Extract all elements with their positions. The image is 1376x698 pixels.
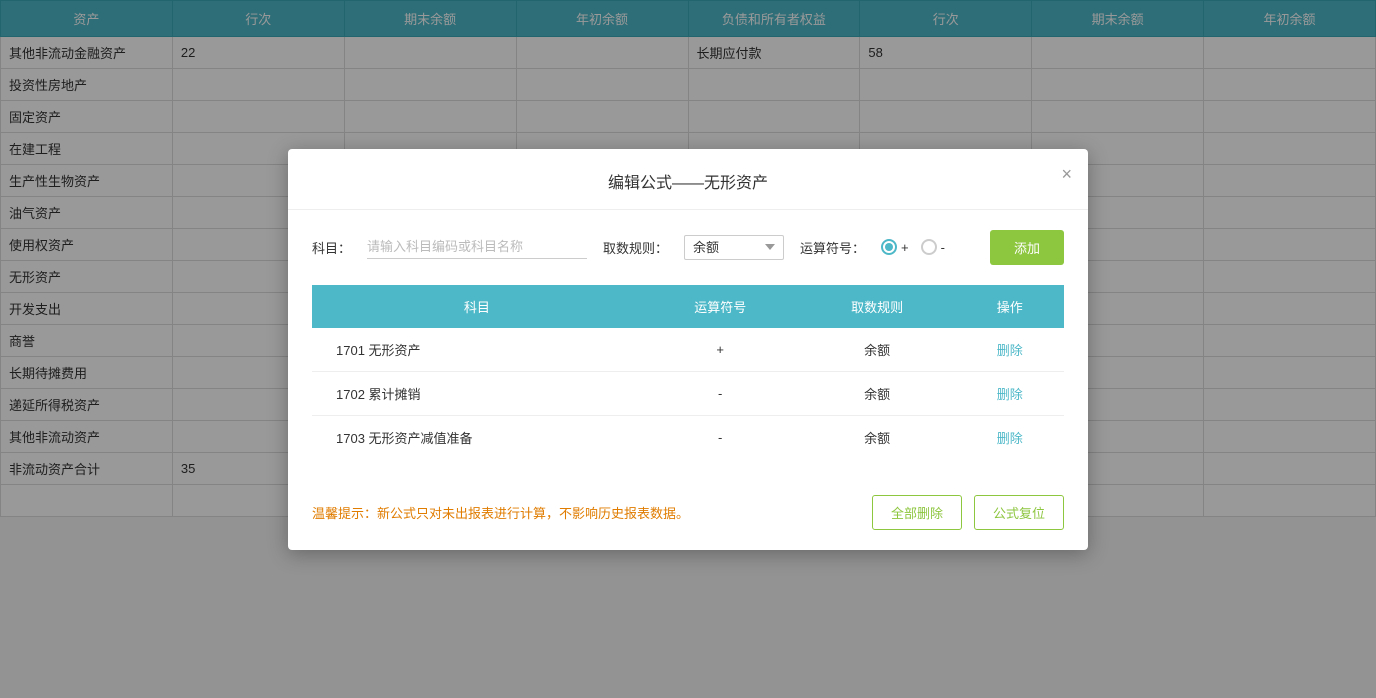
radio-plus-circle xyxy=(881,239,897,255)
formula-operator: - xyxy=(642,415,799,459)
formula-row: 1701 无形资产+余额 删除 xyxy=(312,328,1064,372)
formula-operator: - xyxy=(642,371,799,415)
modal-body: 科目： 取数规则： 余额借方发生额贷方发生额借方累计贷方累计 运算符号： + - xyxy=(288,210,1088,479)
formula-row: 1703 无形资产减值准备-余额 删除 xyxy=(312,415,1064,459)
operator-label: 运算符号： xyxy=(800,238,865,257)
modal-dialog: 编辑公式——无形资产 × 科目： 取数规则： 余额借方发生额贷方发生额借方累计贷… xyxy=(288,149,1088,550)
formula-subject: 1702 累计摊销 xyxy=(312,371,642,415)
modal-header: 编辑公式——无形资产 xyxy=(288,149,1088,210)
formula-action: 删除 xyxy=(956,371,1064,415)
col-header-operator: 运算符号 xyxy=(642,285,799,328)
col-header-rule: 取数规则 xyxy=(799,285,956,328)
formula-row: 1702 累计摊销-余额 删除 xyxy=(312,371,1064,415)
operator-radio-group: + - xyxy=(881,239,945,255)
form-row: 科目： 取数规则： 余额借方发生额贷方发生额借方累计贷方累计 运算符号： + - xyxy=(312,230,1064,265)
col-header-action: 操作 xyxy=(956,285,1064,328)
radio-minus-circle xyxy=(921,239,937,255)
modal-footer: 温馨提示：新公式只对未出报表进行计算，不影响历史报表数据。 全部删除 公式复位 xyxy=(288,479,1088,550)
hint-body: 新公式只对未出报表进行计算，不影响历史报表数据。 xyxy=(377,506,689,521)
radio-minus[interactable]: - xyxy=(921,239,945,255)
formula-action: 删除 xyxy=(956,415,1064,459)
subject-input[interactable] xyxy=(367,235,587,259)
formula-action: 删除 xyxy=(956,328,1064,372)
rule-label: 取数规则： xyxy=(603,238,668,257)
radio-plus[interactable]: + xyxy=(881,239,909,255)
rule-select[interactable]: 余额借方发生额贷方发生额借方累计贷方累计 xyxy=(684,235,784,260)
formula-operator: + xyxy=(642,328,799,372)
col-header-subject: 科目 xyxy=(312,285,642,328)
formula-table: 科目 运算符号 取数规则 操作 1701 无形资产+余额删除1702 累计摊销-… xyxy=(312,285,1064,459)
footer-buttons: 全部删除 公式复位 xyxy=(872,495,1064,530)
hint-text: 温馨提示：新公式只对未出报表进行计算，不影响历史报表数据。 xyxy=(312,503,689,522)
delete-all-button[interactable]: 全部删除 xyxy=(872,495,962,530)
table-header-row: 科目 运算符号 取数规则 操作 xyxy=(312,285,1064,328)
radio-minus-label: - xyxy=(941,240,945,255)
modal-overlay: 编辑公式——无形资产 × 科目： 取数规则： 余额借方发生额贷方发生额借方累计贷… xyxy=(0,0,1376,698)
formula-rule: 余额 xyxy=(799,415,956,459)
formula-subject: 1701 无形资产 xyxy=(312,328,642,372)
radio-plus-label: + xyxy=(901,240,909,255)
modal-close-button[interactable]: × xyxy=(1061,165,1072,183)
formula-rule: 余额 xyxy=(799,371,956,415)
subject-label: 科目： xyxy=(312,238,351,257)
delete-row-button[interactable]: 删除 xyxy=(997,384,1023,403)
delete-row-button[interactable]: 删除 xyxy=(997,428,1023,447)
hint-prefix: 温馨提示： xyxy=(312,506,377,521)
delete-row-button[interactable]: 删除 xyxy=(997,340,1023,359)
modal-title: 编辑公式——无形资产 xyxy=(608,175,768,192)
formula-subject: 1703 无形资产减值准备 xyxy=(312,415,642,459)
add-button[interactable]: 添加 xyxy=(990,230,1064,265)
reset-formula-button[interactable]: 公式复位 xyxy=(974,495,1064,530)
formula-rule: 余额 xyxy=(799,328,956,372)
rule-select-wrap: 余额借方发生额贷方发生额借方累计贷方累计 xyxy=(684,235,784,260)
